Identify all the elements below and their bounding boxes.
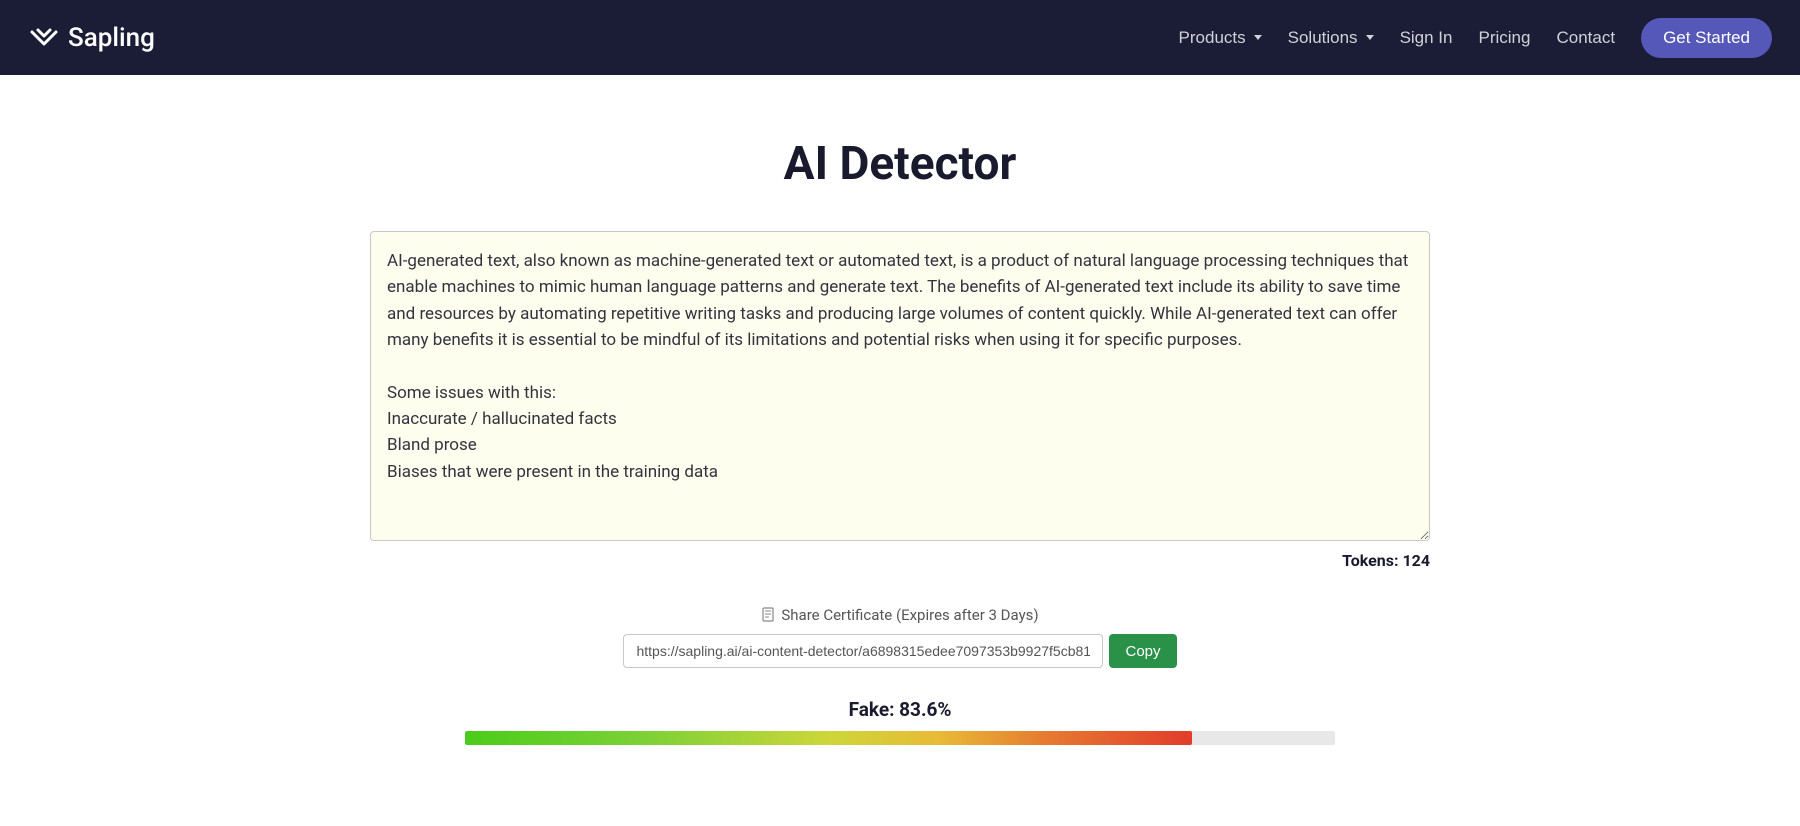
caret-down-icon xyxy=(1366,35,1374,40)
fake-progress-bar xyxy=(465,731,1335,745)
share-label-text: Share Certificate (Expires after 3 Days) xyxy=(781,606,1038,624)
navbar: Sapling Products Solutions Sign In Prici… xyxy=(0,0,1800,75)
logo[interactable]: Sapling xyxy=(28,23,155,53)
nav-signin[interactable]: Sign In xyxy=(1400,28,1453,48)
share-url-input[interactable] xyxy=(623,634,1103,668)
copy-button[interactable]: Copy xyxy=(1109,634,1176,668)
main-container: AI Detector Tokens: 124 Share Certificat… xyxy=(350,137,1450,745)
nav-products[interactable]: Products xyxy=(1179,28,1262,48)
textarea-wrapper xyxy=(370,231,1430,545)
nav-products-label: Products xyxy=(1179,28,1246,48)
page-title: AI Detector xyxy=(370,137,1430,191)
nav-solutions[interactable]: Solutions xyxy=(1288,28,1374,48)
share-section: Share Certificate (Expires after 3 Days)… xyxy=(370,606,1430,668)
nav-links: Products Solutions Sign In Pricing Conta… xyxy=(1179,18,1772,58)
share-row: Copy xyxy=(370,634,1430,668)
fake-label: Fake: 83.6% xyxy=(370,698,1430,721)
brand-text: Sapling xyxy=(68,23,155,53)
nav-pricing[interactable]: Pricing xyxy=(1479,28,1531,48)
caret-down-icon xyxy=(1254,35,1262,40)
sapling-icon xyxy=(28,26,60,50)
get-started-button[interactable]: Get Started xyxy=(1641,18,1772,58)
fake-progress-fill xyxy=(465,731,1192,745)
result-section: Fake: 83.6% xyxy=(370,698,1430,745)
nav-contact[interactable]: Contact xyxy=(1556,28,1615,48)
certificate-icon xyxy=(761,607,775,623)
detector-text-input[interactable] xyxy=(370,231,1430,541)
token-count: Tokens: 124 xyxy=(370,551,1430,570)
share-label: Share Certificate (Expires after 3 Days) xyxy=(370,606,1430,624)
nav-solutions-label: Solutions xyxy=(1288,28,1358,48)
